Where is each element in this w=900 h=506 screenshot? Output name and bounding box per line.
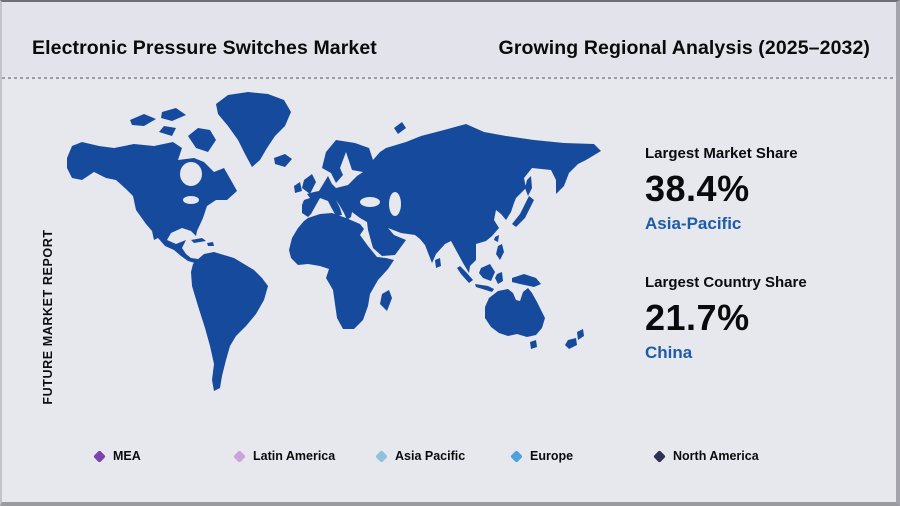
stat-region: China (645, 343, 693, 362)
legend-item-europe: Europe (510, 449, 574, 463)
header: Electronic Pressure Switches Market Grow… (2, 2, 896, 76)
legend-item-north-america: North America (653, 449, 759, 463)
legend-label: MEA (113, 449, 141, 463)
legend-label: Europe (530, 449, 574, 463)
stat-label: Largest Market Share (645, 145, 798, 162)
stat-region: Asia-Pacific (645, 214, 742, 233)
legend-item-mea: MEA (93, 449, 141, 463)
legend-dot-icon (653, 449, 666, 463)
header-divider (2, 76, 896, 79)
watermark-text: FUTURE MARKET REPORT (41, 229, 55, 405)
stats-panel: Largest Market Share 38.4% Asia-Pacific … (645, 145, 890, 403)
legend-item-latin-america: Latin America (233, 449, 336, 463)
legend-dot-icon (510, 449, 523, 463)
legend: MEA Latin America Asia Pacific Europe No… (2, 449, 896, 469)
legend-item-asia-pacific: Asia Pacific (375, 449, 466, 463)
page-title-right: Growing Regional Analysis (2025–2032) (498, 36, 870, 59)
legend-dot-icon (233, 449, 246, 463)
stat-value: 38.4% (645, 168, 750, 209)
stat-value: 21.7% (645, 297, 750, 338)
legend-label: Latin America (253, 449, 336, 463)
world-map (67, 92, 601, 391)
world-map-landmass (67, 92, 601, 391)
stat-label: Largest Country Share (645, 274, 807, 291)
legend-label: Asia Pacific (395, 449, 466, 463)
page-title-left: Electronic Pressure Switches Market (32, 36, 377, 59)
legend-dot-icon (375, 449, 388, 463)
stat-market-share: Largest Market Share 38.4% Asia-Pacific (645, 145, 890, 234)
stat-country-share: Largest Country Share 21.7% China (645, 274, 890, 363)
infographic-frame: Electronic Pressure Switches Market Grow… (0, 0, 900, 506)
legend-dot-icon (93, 449, 106, 463)
legend-label: North America (673, 449, 759, 463)
